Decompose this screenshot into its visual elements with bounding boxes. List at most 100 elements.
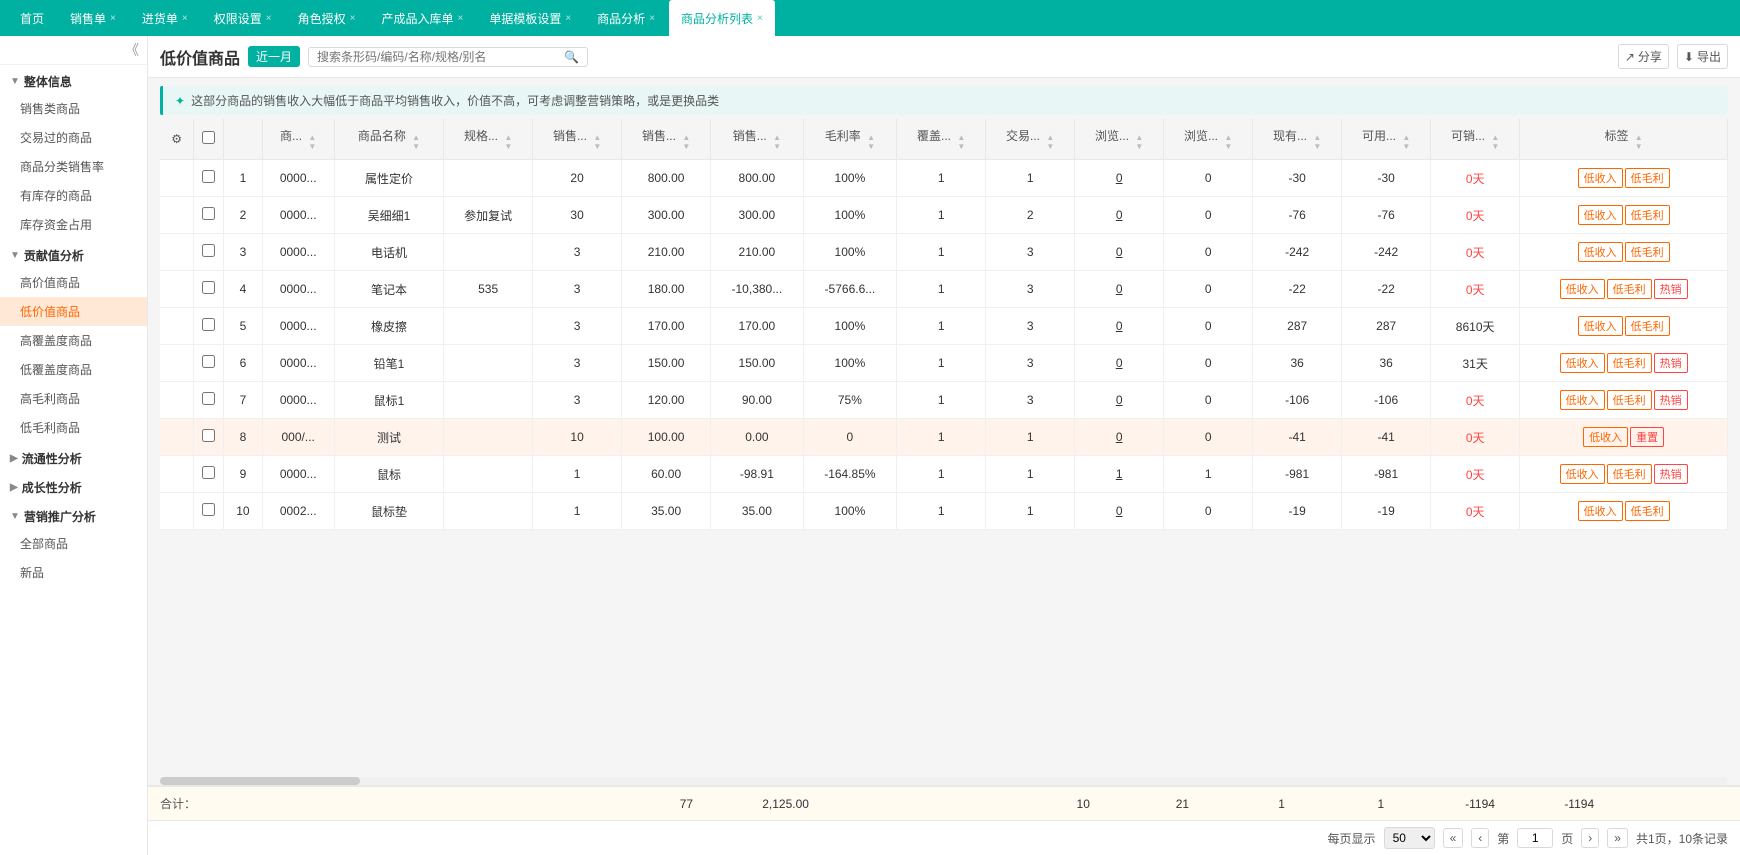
col-sales-avg[interactable]: 销售... ▲▼ — [711, 119, 804, 160]
cell-name[interactable]: 鼠标1 — [334, 382, 443, 419]
cell-browse1[interactable]: 0 — [1075, 271, 1164, 308]
per-page-select[interactable]: 50 100 200 — [1384, 827, 1435, 849]
row-checkbox[interactable] — [202, 429, 215, 442]
sidebar-item-stock-goods[interactable]: 有库存的商品 — [0, 181, 147, 210]
row-checkbox[interactable] — [202, 318, 215, 331]
sidebar-group-circulation[interactable]: ▶ 流通性分析 — [0, 442, 147, 471]
nav-templates[interactable]: 单据模板设置 × — [477, 0, 583, 36]
col-sales-price[interactable]: 销售... ▲▼ — [622, 119, 711, 160]
page-input[interactable] — [1517, 828, 1553, 848]
row-checkbox[interactable] — [202, 244, 215, 257]
browse-link[interactable]: 0 — [1116, 356, 1123, 370]
cell-name[interactable]: 属性定价 — [334, 160, 443, 197]
cell-browse1[interactable]: 0 — [1075, 382, 1164, 419]
nav-analysis-list[interactable]: 商品分析列表 × — [669, 0, 775, 36]
browse-link[interactable]: 0 — [1116, 319, 1123, 333]
scrollbar-thumb[interactable] — [160, 777, 360, 785]
nav-permissions[interactable]: 权限设置 × — [202, 0, 284, 36]
browse-link[interactable]: 0 — [1116, 245, 1123, 259]
col-browse1[interactable]: 浏览... ▲▼ — [1075, 119, 1164, 160]
browse-link[interactable]: 0 — [1116, 282, 1123, 296]
close-icon[interactable]: × — [266, 13, 272, 24]
last-page-btn[interactable]: » — [1607, 828, 1628, 848]
close-icon[interactable]: × — [565, 13, 571, 24]
time-filter-btn[interactable]: 近一月 — [248, 46, 300, 67]
cell-name[interactable]: 鼠标垫 — [334, 493, 443, 530]
close-icon[interactable]: × — [457, 13, 463, 24]
sidebar-item-high-coverage[interactable]: 高覆盖度商品 — [0, 326, 147, 355]
sidebar-group-overview[interactable]: ▼ 整体信息 — [0, 65, 147, 94]
row-checkbox[interactable] — [202, 170, 215, 183]
col-coverage[interactable]: 覆盖... ▲▼ — [897, 119, 986, 160]
cell-browse1[interactable]: 1 — [1075, 456, 1164, 493]
col-name[interactable]: 商品名称 ▲▼ — [334, 119, 443, 160]
cell-browse1[interactable]: 0 — [1075, 345, 1164, 382]
next-page-btn[interactable]: › — [1581, 828, 1599, 848]
col-sales-qty[interactable]: 销售... ▲▼ — [533, 119, 622, 160]
sidebar-item-high-profit[interactable]: 高毛利商品 — [0, 384, 147, 413]
share-btn[interactable]: ↗ 分享 — [1618, 44, 1669, 69]
sidebar-group-marketing[interactable]: ▼ 营销推广分析 — [0, 500, 147, 529]
cell-browse1[interactable]: 0 — [1075, 308, 1164, 345]
row-checkbox[interactable] — [202, 355, 215, 368]
browse-link[interactable]: 0 — [1116, 171, 1123, 185]
nav-purchase[interactable]: 进货单 × — [130, 0, 200, 36]
sidebar-group-growth[interactable]: ▶ 成长性分析 — [0, 471, 147, 500]
sidebar-item-all-goods[interactable]: 全部商品 — [0, 529, 147, 558]
sidebar-item-low-value[interactable]: 低价值商品 — [0, 297, 147, 326]
sidebar-item-stock-capital[interactable]: 库存资金占用 — [0, 210, 147, 239]
close-icon[interactable]: × — [649, 13, 655, 24]
cell-browse1[interactable]: 0 — [1075, 160, 1164, 197]
cell-browse1[interactable]: 0 — [1075, 234, 1164, 271]
cell-name[interactable]: 吴细细1 — [334, 197, 443, 234]
browse-link[interactable]: 0 — [1116, 208, 1123, 222]
search-input[interactable] — [317, 50, 564, 64]
col-code[interactable]: 商... ▲▼ — [262, 119, 334, 160]
cell-name[interactable]: 测试 — [334, 419, 443, 456]
sidebar-item-sales-goods[interactable]: 销售类商品 — [0, 94, 147, 123]
sidebar-item-traded-goods[interactable]: 交易过的商品 — [0, 123, 147, 152]
row-checkbox[interactable] — [202, 281, 215, 294]
row-checkbox[interactable] — [202, 207, 215, 220]
col-browse2[interactable]: 浏览... ▲▼ — [1164, 119, 1253, 160]
nav-roles[interactable]: 角色授权 × — [286, 0, 368, 36]
sidebar-item-category-rate[interactable]: 商品分类销售率 — [0, 152, 147, 181]
col-gross-rate[interactable]: 毛利率 ▲▼ — [803, 119, 897, 160]
cell-name[interactable]: 橡皮擦 — [334, 308, 443, 345]
cell-name[interactable]: 铅笔1 — [334, 345, 443, 382]
cell-browse1[interactable]: 0 — [1075, 419, 1164, 456]
close-icon[interactable]: × — [182, 13, 188, 24]
nav-sales[interactable]: 销售单 × — [58, 0, 128, 36]
sidebar-item-high-value[interactable]: 高价值商品 — [0, 268, 147, 297]
cell-browse1[interactable]: 0 — [1075, 493, 1164, 530]
col-tags[interactable]: 标签 ▲▼ — [1520, 119, 1728, 160]
row-checkbox[interactable] — [202, 503, 215, 516]
nav-analysis[interactable]: 商品分析 × — [585, 0, 667, 36]
prev-page-btn[interactable]: ‹ — [1471, 828, 1489, 848]
row-checkbox[interactable] — [202, 466, 215, 479]
col-settings[interactable]: ⚙ — [160, 119, 194, 160]
col-spec[interactable]: 规格... ▲▼ — [444, 119, 533, 160]
browse-link[interactable]: 0 — [1116, 430, 1123, 444]
browse-link[interactable]: 0 — [1116, 504, 1123, 518]
first-page-btn[interactable]: « — [1443, 828, 1464, 848]
close-icon[interactable]: × — [110, 13, 116, 24]
close-icon[interactable]: × — [757, 13, 763, 24]
sidebar-item-low-coverage[interactable]: 低覆盖度商品 — [0, 355, 147, 384]
col-trade[interactable]: 交易... ▲▼ — [986, 119, 1075, 160]
nav-warehouse[interactable]: 产成品入库单 × — [369, 0, 475, 36]
cell-name[interactable]: 笔记本 — [334, 271, 443, 308]
close-icon[interactable]: × — [350, 13, 356, 24]
col-stock-now[interactable]: 现有... ▲▼ — [1253, 119, 1342, 160]
browse-link[interactable]: 1 — [1116, 467, 1123, 481]
select-all-checkbox[interactable] — [202, 131, 215, 144]
sidebar-item-new-goods[interactable]: 新品 — [0, 558, 147, 587]
row-checkbox[interactable] — [202, 392, 215, 405]
horizontal-scrollbar[interactable] — [160, 777, 1728, 785]
cell-browse1[interactable]: 0 — [1075, 197, 1164, 234]
sidebar-group-contribution[interactable]: ▼ 贡献值分析 — [0, 239, 147, 268]
cell-name[interactable]: 鼠标 — [334, 456, 443, 493]
cell-name[interactable]: 电话机 — [334, 234, 443, 271]
col-stock-sell[interactable]: 可销... ▲▼ — [1431, 119, 1520, 160]
sidebar-item-low-profit[interactable]: 低毛利商品 — [0, 413, 147, 442]
